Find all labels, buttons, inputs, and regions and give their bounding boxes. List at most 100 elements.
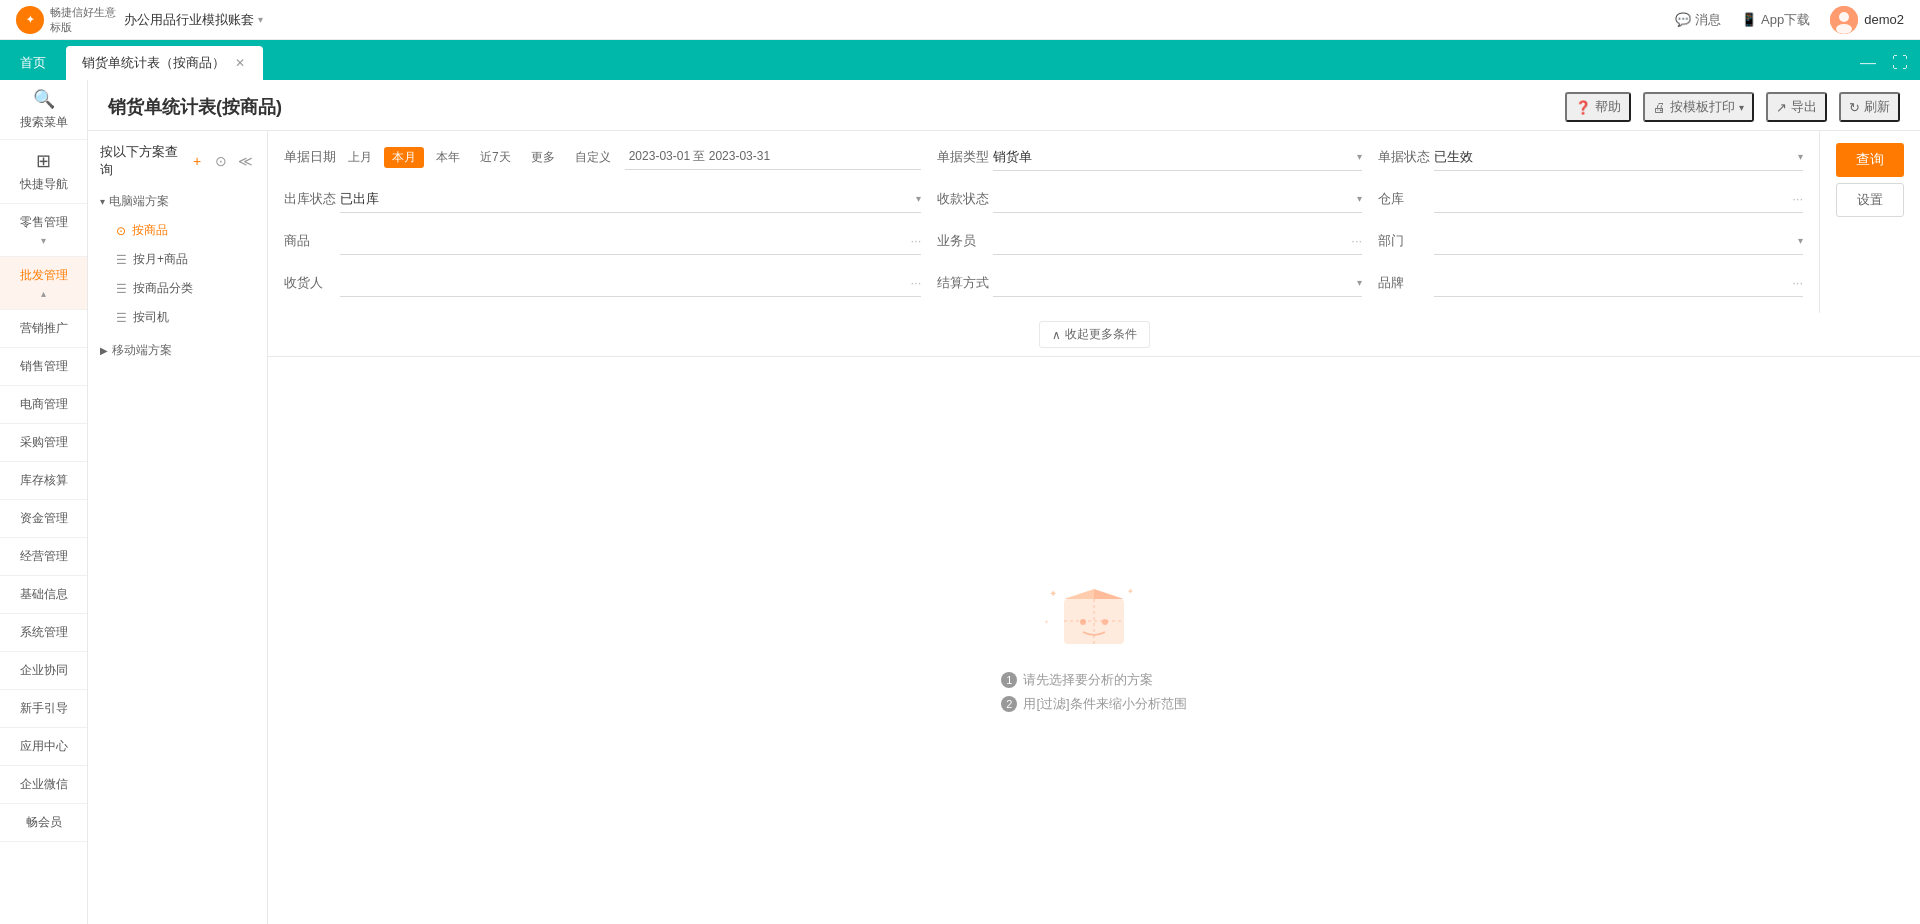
pay-status-arrow: ▾ <box>1357 193 1362 204</box>
warehouse-dots[interactable]: ··· <box>1792 191 1803 206</box>
scheme-item-by-category-icon: ☰ <box>116 282 127 296</box>
collapse-button[interactable]: ∧ 收起更多条件 <box>1039 321 1150 348</box>
sidebar-item-wholesale[interactable]: 批发管理 ▴ <box>0 257 87 310</box>
sidebar-item-inventory[interactable]: 库存核算 <box>0 462 87 500</box>
filter-salesperson-control[interactable]: ··· <box>993 227 1362 255</box>
tab-close-report[interactable]: ✕ <box>233 54 247 72</box>
header-left: ✦ 畅捷信好生意 标版 办公用品行业模拟账套 ▾ <box>16 5 263 34</box>
filter-receiver-control[interactable]: ··· <box>340 269 921 297</box>
sidebar-item-basic[interactable]: 基础信息 <box>0 576 87 614</box>
workspace-selector[interactable]: 办公用品行业模拟账套 ▾ <box>124 11 263 29</box>
export-button[interactable]: ↗ 导出 <box>1766 92 1827 122</box>
scheme-edit-icon[interactable]: ⊙ <box>211 151 231 171</box>
sidebar-item-apps[interactable]: 应用中心 <box>0 728 87 766</box>
scheme-item-by-product-icon: ⊙ <box>116 224 126 238</box>
sidebar-item-marketing[interactable]: 营销推广 <box>0 310 87 348</box>
help-button[interactable]: ❓ 帮助 <box>1565 92 1631 122</box>
app-download-action[interactable]: 📱 App下载 <box>1741 11 1810 29</box>
svg-text:✦: ✦ <box>1049 588 1057 599</box>
sidebar-item-search[interactable]: 🔍 搜索菜单 <box>0 80 87 140</box>
date-tab-custom[interactable]: 自定义 <box>567 147 619 168</box>
filter-doc-status-group: 单据状态 已生效 ▾ <box>1378 143 1803 171</box>
sidebar-item-finance[interactable]: 资金管理 <box>0 500 87 538</box>
scheme-item-by-cashier[interactable]: ☰ 按司机 <box>88 303 267 332</box>
filter-row-3: 商品 ··· 业务员 <box>284 227 1803 255</box>
filter-receiver-group: 收货人 ··· <box>284 269 921 297</box>
filter-salesperson-label: 业务员 <box>937 232 993 250</box>
out-status-arrow: ▾ <box>916 193 921 204</box>
date-tab-more[interactable]: 更多 <box>523 147 563 168</box>
filter-brand-label: 品牌 <box>1378 274 1434 292</box>
scheme-section-mobile-header[interactable]: ▶ 移动端方案 <box>88 336 267 365</box>
sidebar-item-cooperation[interactable]: 企业协同 <box>0 652 87 690</box>
tab-bar: 首页 销货单统计表（按商品） ✕ — ⛶ <box>0 40 1920 80</box>
scheme-item-by-product[interactable]: ⊙ 按商品 <box>88 216 267 245</box>
scheme-item-by-month-product[interactable]: ☰ 按月+商品 <box>88 245 267 274</box>
scheme-add-icon[interactable]: + <box>187 151 207 171</box>
page-title: 销货单统计表(按商品) <box>108 95 282 119</box>
sidebar-item-vip[interactable]: 畅会员 <box>0 804 87 842</box>
filter-date-group: 单据日期 上月 本月 本年 近7天 更多 自定义 <box>284 144 921 170</box>
filter-receiver-label: 收货人 <box>284 274 340 292</box>
query-button[interactable]: 查询 <box>1836 143 1904 177</box>
logo-area: ✦ 畅捷信好生意 标版 <box>16 5 116 34</box>
user-avatar-action[interactable]: demo2 <box>1830 6 1904 34</box>
department-arrow: ▾ <box>1798 235 1803 246</box>
filter-content: 单据日期 上月 本月 本年 近7天 更多 自定义 <box>268 131 1819 313</box>
svg-point-7 <box>1102 619 1108 625</box>
date-tab-last-month[interactable]: 上月 <box>340 147 380 168</box>
sidebar-item-quick-nav[interactable]: ⊞ 快捷导航 <box>0 140 87 204</box>
settings-button[interactable]: 设置 <box>1836 183 1904 217</box>
filter-brand-group: 品牌 ··· <box>1378 269 1803 297</box>
filter-warehouse-group: 仓库 ··· <box>1378 185 1803 213</box>
filter-pay-status-control[interactable]: ▾ <box>993 185 1362 213</box>
refresh-button[interactable]: ↻ 刷新 <box>1839 92 1900 122</box>
sidebar-item-retail[interactable]: 零售管理 ▾ <box>0 204 87 257</box>
sidebar-item-system[interactable]: 系统管理 <box>0 614 87 652</box>
filter-doc-type-control[interactable]: 销货单 ▾ <box>993 143 1362 171</box>
empty-state: ✦ ✦ ✦ 1 请先选择要分析的方案 2 用[过滤]条件来缩小分析范围 <box>1001 569 1186 713</box>
scheme-section-desktop-header[interactable]: ▾ 电脑端方案 <box>88 187 267 216</box>
tab-home[interactable]: 首页 <box>4 46 62 80</box>
minimize-action[interactable]: — <box>1856 50 1880 76</box>
filter-product-control[interactable]: ··· <box>340 227 921 255</box>
scheme-item-by-cashier-icon: ☰ <box>116 311 127 325</box>
empty-tip-1: 1 请先选择要分析的方案 <box>1001 671 1186 689</box>
scheme-item-by-category[interactable]: ☰ 按商品分类 <box>88 274 267 303</box>
filter-warehouse-control[interactable]: ··· <box>1434 185 1803 213</box>
doc-status-arrow: ▾ <box>1798 151 1803 162</box>
filter-out-status-control[interactable]: 已出库 ▾ <box>340 185 921 213</box>
quick-nav-icon: ⊞ <box>36 150 51 172</box>
date-tab-current-year[interactable]: 本年 <box>428 147 468 168</box>
brand-dots[interactable]: ··· <box>1792 275 1803 290</box>
filter-department-control[interactable]: ▾ <box>1434 227 1803 255</box>
sidebar-item-ecommerce[interactable]: 电商管理 <box>0 386 87 424</box>
print-button[interactable]: 🖨 按模板打印 ▾ <box>1643 92 1754 122</box>
sidebar-item-guide[interactable]: 新手引导 <box>0 690 87 728</box>
main-layout: 🔍 搜索菜单 ⊞ 快捷导航 零售管理 ▾ 批发管理 ▴ 营销推广 销售管理 电商… <box>0 80 1920 924</box>
filter-settlement-control[interactable]: ▾ <box>993 269 1362 297</box>
receiver-dots[interactable]: ··· <box>910 275 921 290</box>
doc-type-arrow: ▾ <box>1357 151 1362 162</box>
product-dots[interactable]: ··· <box>910 233 921 248</box>
page-header: 销货单统计表(按商品) ❓ 帮助 🖨 按模板打印 ▾ ↗ 导出 ↻ 刷新 <box>88 80 1920 131</box>
message-action[interactable]: 💬 消息 <box>1675 11 1721 29</box>
sidebar-item-wechat[interactable]: 企业微信 <box>0 766 87 804</box>
scheme-collapse-icon[interactable]: ≪ <box>235 151 255 171</box>
tab-report[interactable]: 销货单统计表（按商品） ✕ <box>66 46 263 80</box>
sidebar-item-operations[interactable]: 经营管理 <box>0 538 87 576</box>
salesperson-dots[interactable]: ··· <box>1351 233 1362 248</box>
filter-salesperson-group: 业务员 ··· <box>937 227 1362 255</box>
sidebar-item-purchase[interactable]: 采购管理 <box>0 424 87 462</box>
filter-brand-control[interactable]: ··· <box>1434 269 1803 297</box>
date-tab-current-month[interactable]: 本月 <box>384 147 424 168</box>
data-area: ✦ ✦ ✦ 1 请先选择要分析的方案 2 用[过滤]条件来缩小分析范围 <box>268 357 1920 924</box>
maximize-action[interactable]: ⛶ <box>1888 50 1912 76</box>
date-tab-7days[interactable]: 近7天 <box>472 147 519 168</box>
svg-text:✦: ✦ <box>1127 587 1134 596</box>
filter-doc-type-label: 单据类型 <box>937 148 993 166</box>
filter-doc-status-control[interactable]: 已生效 ▾ <box>1434 143 1803 171</box>
date-range-value[interactable]: 2023-03-01 至 2023-03-31 <box>625 144 922 170</box>
filter-pay-status-label: 收款状态 <box>937 190 993 208</box>
sidebar-item-sales[interactable]: 销售管理 <box>0 348 87 386</box>
